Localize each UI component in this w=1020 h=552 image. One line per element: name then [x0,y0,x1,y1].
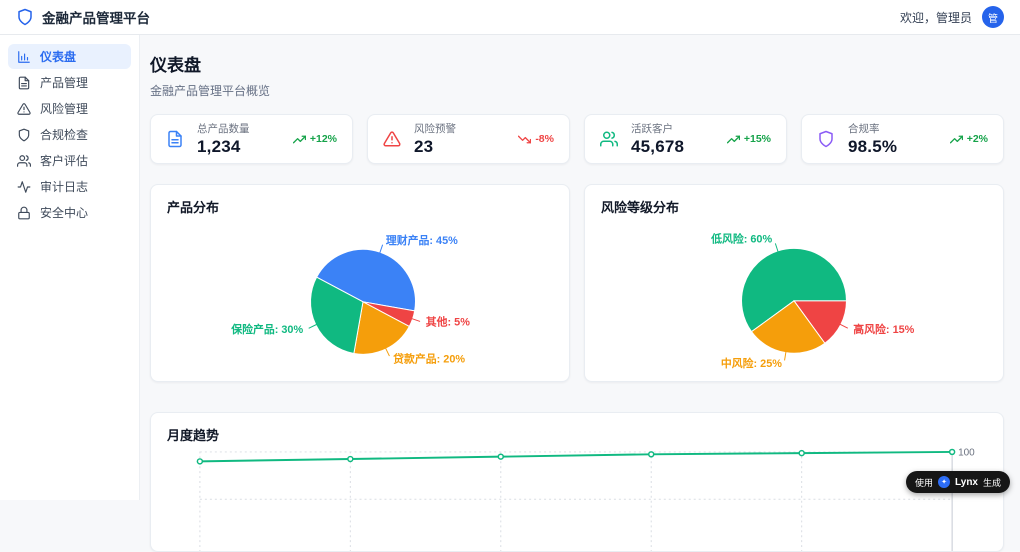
welcome-text: 欢迎，管理员 [900,9,972,26]
stat-trend-value: -8% [535,133,554,145]
product-distribution-card: 产品分布 理财产品: 45% 其他: 5% 贷款产品: 20% 保险产品: 30% [150,184,570,382]
stat-label: 活跃客户 [631,121,684,136]
stat-label: 总产品数量 [197,121,250,136]
sidebar-item-security[interactable]: 安全中心 [8,200,131,225]
lynx-logo-icon: ✦ [938,476,950,488]
users-icon [600,130,618,148]
pie-slice-label: 贷款产品: 20% [393,352,465,366]
alert-triangle-icon [383,130,401,148]
trending-up-icon [293,133,306,146]
trending-up-icon [950,133,963,146]
stat-value: 1,234 [197,137,250,157]
lynx-generated-badge[interactable]: 使用 ✦ Lynx 生成 [906,471,1010,493]
pie-slice-label: 中风险: 25% [721,356,782,370]
sidebar-item-label: 风险管理 [40,100,88,117]
pie-label-leader-line [309,324,317,328]
user-avatar[interactable]: 管 [982,6,1004,28]
stat-card-risk-alerts: 风险预警 23 -8% [367,114,570,164]
activity-icon [17,180,31,194]
app-header: 金融产品管理平台 欢迎，管理员 管 [0,0,1020,35]
data-point-marker[interactable] [799,451,804,456]
file-text-icon [17,76,31,90]
sidebar-item-label: 仪表盘 [40,48,76,65]
sidebar-item-customers[interactable]: 客户评估 [8,148,131,173]
stat-trend-value: +2% [967,133,988,145]
pie-slice-label: 保险产品: 30% [230,322,303,336]
stat-trend: +2% [950,133,988,146]
stat-label: 合规率 [848,121,897,136]
stat-trend: +15% [727,133,771,146]
pie-label-leader-line [386,348,390,356]
sidebar-item-label: 审计日志 [40,178,88,195]
users-icon [17,154,31,168]
page-title: 仪表盘 [150,51,1004,76]
stat-value: 23 [414,137,456,157]
brand: 金融产品管理平台 [16,7,150,27]
data-point-marker[interactable] [197,459,202,464]
pie-slice-label: 理财产品: 45% [386,233,458,247]
sidebar-item-label: 合规检查 [40,126,88,143]
stat-card-active-customers: 活跃客户 45,678 +15% [584,114,787,164]
sidebar-item-products[interactable]: 产品管理 [8,70,131,95]
pie-slice-label: 高风险: 15% [853,322,914,336]
badge-prefix: 使用 [915,476,933,489]
stat-card-total-products: 总产品数量 1,234 +12% [150,114,353,164]
shield-logo-icon [16,8,34,26]
trend-line [200,452,952,461]
file-text-icon [166,130,184,148]
stat-trend-value: +12% [310,133,337,145]
pie-charts-row: 产品分布 理财产品: 45% 其他: 5% 贷款产品: 20% 保险产品: 30% 风… [150,184,1004,382]
lock-icon [17,206,31,220]
stats-row: 总产品数量 1,234 +12% 风险预警 23 -8% 活跃客户 45 [150,114,1004,164]
monthly-trend-line-chart: 100 [151,413,1003,551]
data-point-marker[interactable] [498,454,503,459]
data-point-marker[interactable] [348,457,353,462]
data-point-marker[interactable] [649,452,654,457]
stat-value: 45,678 [631,137,684,157]
alert-triangle-icon [17,102,31,116]
stat-label: 风险预警 [414,121,456,136]
chart-title: 月度趋势 [167,425,219,444]
stat-trend: +12% [293,133,337,146]
pie-label-leader-line [785,352,786,361]
monthly-trend-card: 月度趋势 100 [150,412,1004,552]
main-content: 仪表盘 金融产品管理平台概览 总产品数量 1,234 +12% 风险预警 23 … [140,35,1020,552]
sidebar-item-label: 安全中心 [40,204,88,221]
stat-value: 98.5% [848,137,897,157]
sidebar-item-compliance[interactable]: 合规检查 [8,122,131,147]
pie-label-leader-line [380,245,383,253]
sidebar-item-label: 客户评估 [40,152,88,169]
badge-name: Lynx [955,477,978,488]
sidebar-item-risk[interactable]: 风险管理 [8,96,131,121]
axis-value-label: 100 [958,448,975,459]
risk-level-distribution-card: 风险等级分布 低风险: 60% 高风险: 15% 中风险: 25% [584,184,1004,382]
sidebar-item-dashboard[interactable]: 仪表盘 [8,44,131,69]
trending-down-icon [518,133,531,146]
stat-trend: -8% [518,133,554,146]
shield-icon [817,130,835,148]
pie-label-leader-line [840,324,848,328]
shield-icon [17,128,31,142]
page-subtitle: 金融产品管理平台概览 [150,82,1004,99]
pie-slice-label: 其他: 5% [426,315,470,329]
stat-trend-value: +15% [744,133,771,145]
trending-up-icon [727,133,740,146]
sidebar-item-audit[interactable]: 审计日志 [8,174,131,199]
chart-title: 风险等级分布 [601,197,679,216]
sidebar-item-label: 产品管理 [40,74,88,91]
chart-title: 产品分布 [167,197,219,216]
bar-chart-icon [17,50,31,64]
app-title: 金融产品管理平台 [42,7,150,27]
data-point-marker[interactable] [950,449,955,454]
pie-label-leader-line [412,319,420,322]
sidebar: 仪表盘 产品管理 风险管理 合规检查 客户评估 审计日志 安全中心 [0,35,140,500]
pie-slice-label: 低风险: 60% [710,231,772,245]
badge-suffix: 生成 [983,476,1001,489]
pie-label-leader-line [775,243,778,251]
stat-card-compliance-rate: 合规率 98.5% +2% [801,114,1004,164]
